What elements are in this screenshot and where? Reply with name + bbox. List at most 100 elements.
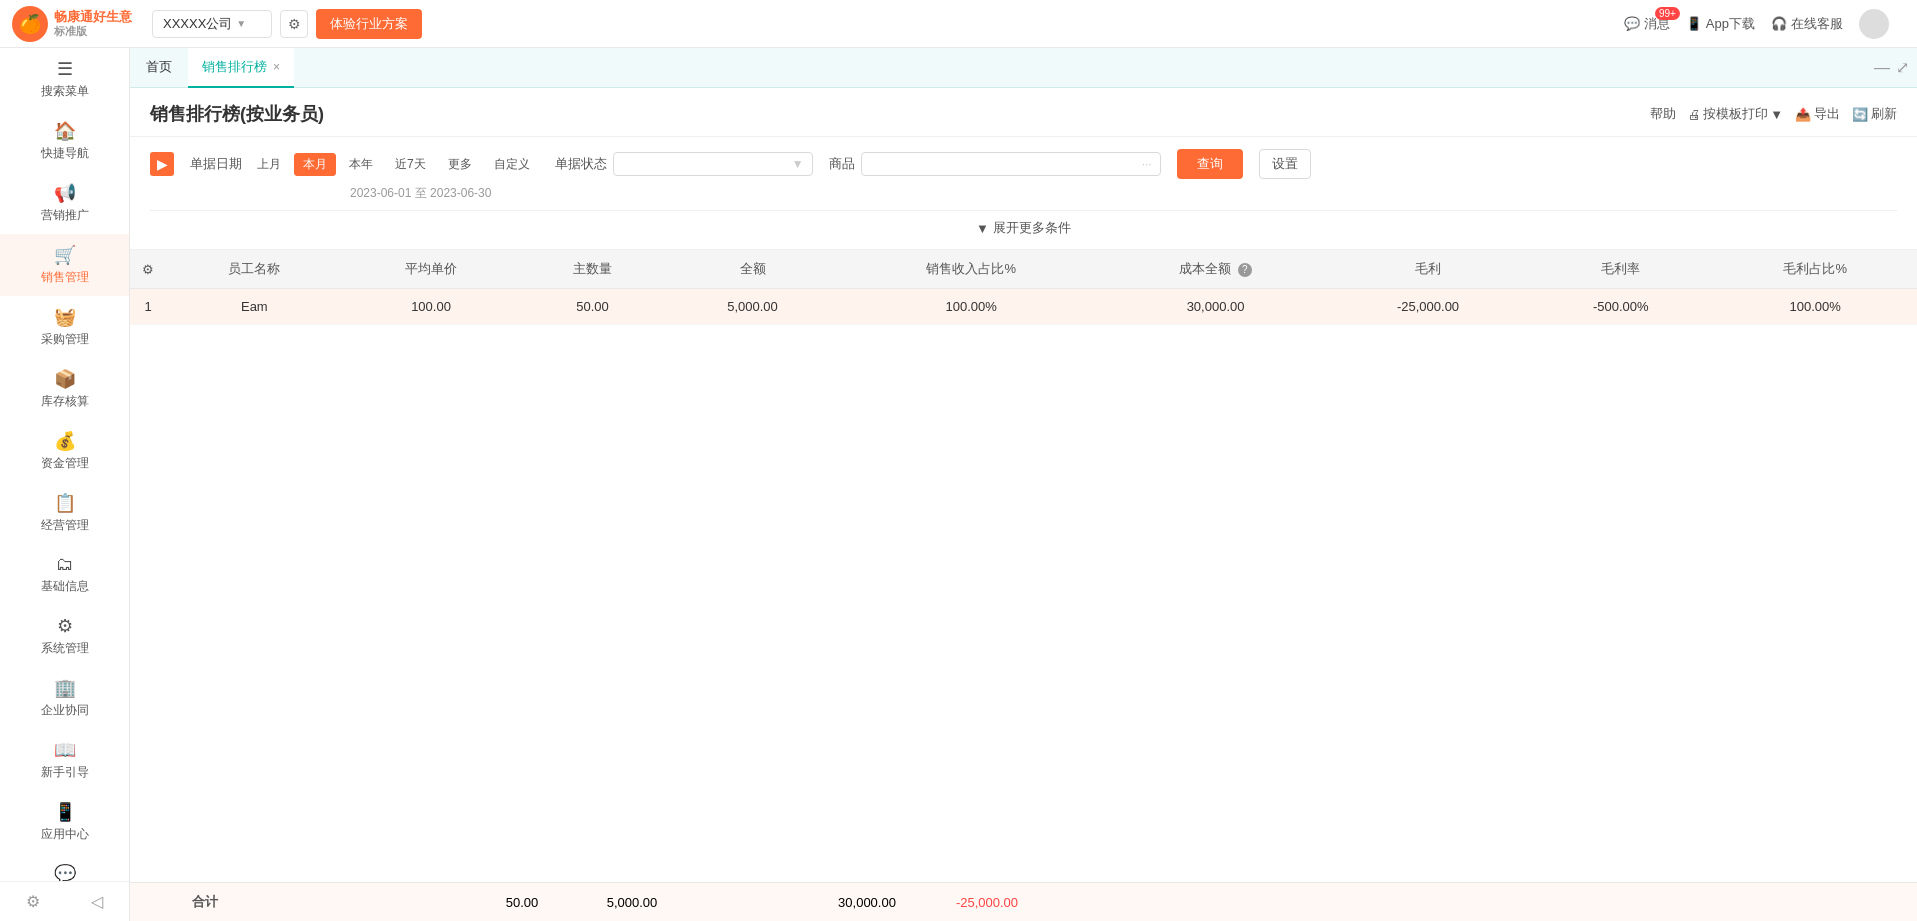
header-actions: 帮助 🖨 按模板打印 ▼ 📤 导出 🔄 刷新 — [1650, 105, 1897, 123]
filter-toggle-btn[interactable]: ▶ — [150, 152, 174, 176]
logo-text-main: 畅康通好生意 — [54, 9, 132, 25]
cell-cost: 30,000.00 — [1103, 289, 1328, 325]
sidebar-item-ops[interactable]: 📋 经营管理 — [0, 482, 129, 544]
sidebar-label-sales: 销售管理 — [41, 269, 89, 286]
col-gross-rate: 毛利率 — [1528, 250, 1713, 289]
tab-sales-ranking[interactable]: 销售排行榜 × — [188, 48, 294, 88]
cell-amount: 5,000.00 — [666, 289, 839, 325]
col-gross-pct: 毛利占比% — [1713, 250, 1917, 289]
sidebar-item-app-center[interactable]: 📱 应用中心 — [0, 791, 129, 853]
tab-maximize-btn[interactable]: ⤢ — [1896, 58, 1909, 77]
col-sales-pct: 销售收入占比% — [839, 250, 1103, 289]
cell-qty: 50.00 — [519, 289, 665, 325]
footer-gross: -25,000.00 — [932, 895, 1042, 910]
sidebar-collapse-btn[interactable]: ◁ — [91, 892, 103, 911]
print-btn[interactable]: 🖨 按模板打印 ▼ — [1688, 105, 1783, 123]
online-service-link[interactable]: 🎧 在线客服 — [1771, 15, 1843, 33]
sidebar-item-marketing[interactable]: 📢 营销推广 — [0, 172, 129, 234]
filter-divider — [150, 210, 1897, 211]
notification-badge: 99+ — [1655, 7, 1680, 20]
date-tab-current-year[interactable]: 本年 — [340, 153, 382, 176]
sidebar-item-search-order[interactable]: ☰ 搜索菜单 — [0, 48, 129, 110]
notification-area[interactable]: 💬 消息 99+ — [1624, 15, 1670, 33]
refresh-icon: 🔄 — [1852, 107, 1868, 122]
col-amount: 全额 — [666, 250, 839, 289]
status-filter: 单据状态 ▼ — [555, 152, 813, 176]
purchase-icon: 🧺 — [54, 306, 76, 328]
sidebar-settings-btn[interactable]: ⚙ — [26, 892, 40, 911]
tab-home[interactable]: 首页 — [130, 48, 188, 88]
query-button[interactable]: 查询 — [1177, 149, 1243, 179]
date-filter-label: 单据日期 — [190, 155, 242, 173]
user-avatar[interactable] — [1859, 9, 1889, 39]
goods-filter-label: 商品 — [829, 155, 855, 173]
date-tab-more[interactable]: 更多 — [439, 153, 481, 176]
page-header: 销售排行榜(按业务员) 帮助 🖨 按模板打印 ▼ 📤 导出 — [130, 88, 1917, 137]
date-tab-current-month[interactable]: 本月 — [294, 153, 336, 176]
refresh-btn[interactable]: 🔄 刷新 — [1852, 105, 1897, 123]
cell-avg-price: 100.00 — [343, 289, 520, 325]
goods-select[interactable]: ··· — [861, 152, 1161, 176]
cell-rank: 1 — [130, 289, 166, 325]
app-download-link[interactable]: 📱 App下载 — [1686, 15, 1755, 33]
table-row: 1 Eam 100.00 50.00 5,000.00 100.00% 30,0… — [130, 289, 1917, 325]
status-select[interactable]: ▼ — [613, 152, 813, 176]
settings-button[interactable]: 设置 — [1259, 149, 1311, 179]
trial-button[interactable]: 体验行业方案 — [316, 9, 422, 39]
col-qty: 主数量 — [519, 250, 665, 289]
company-dropdown-arrow: ▼ — [236, 18, 246, 29]
col-settings[interactable]: ⚙ — [130, 250, 166, 289]
sidebar-item-inventory[interactable]: 📦 库存核算 — [0, 358, 129, 420]
goods-select-arrow: ··· — [1142, 157, 1152, 171]
table-area: ⚙ 员工名称 平均单价 主数量 全额 销售收入占比% 成本全额 ? 毛利 — [130, 250, 1917, 882]
date-tab-7days[interactable]: 近7天 — [386, 153, 435, 176]
sidebar-item-system[interactable]: ⚙ 系统管理 — [0, 605, 129, 667]
cost-info-icon[interactable]: ? — [1238, 263, 1252, 277]
tab-minimize-btn[interactable]: — — [1874, 59, 1890, 77]
system-icon: ⚙ — [57, 615, 73, 637]
sidebar-item-purchase[interactable]: 🧺 采购管理 — [0, 296, 129, 358]
inventory-icon: 📦 — [54, 368, 76, 390]
help-btn[interactable]: 帮助 — [1650, 105, 1676, 123]
finance-icon: 💰 — [54, 430, 76, 452]
sidebar: ☰ 搜索菜单 🏠 快捷导航 📢 营销推广 🛒 销售管理 🧺 采购管理 — [0, 48, 130, 921]
sidebar-item-quick-nav[interactable]: 🏠 快捷导航 — [0, 110, 129, 172]
logo-text-block: 畅康通好生意 标准版 — [54, 9, 132, 38]
sidebar-label-app-center: 应用中心 — [41, 826, 89, 843]
export-btn[interactable]: 📤 导出 — [1795, 105, 1840, 123]
main-content: 销售排行榜(按业务员) 帮助 🖨 按模板打印 ▼ 📤 导出 — [130, 88, 1917, 921]
date-tab-custom[interactable]: 自定义 — [485, 153, 539, 176]
filter-area: ▶ 单据日期 上月 本月 本年 近7天 更多 自定义 — [130, 137, 1917, 250]
main-area: ☰ 搜索菜单 🏠 快捷导航 📢 营销推广 🛒 销售管理 🧺 采购管理 — [0, 48, 1917, 921]
print-icon: 🖨 — [1688, 107, 1701, 122]
footer-amount: 5,000.00 — [572, 895, 692, 910]
filter-row: ▶ 单据日期 上月 本月 本年 近7天 更多 自定义 — [150, 149, 1897, 179]
sidebar-item-sales[interactable]: 🛒 销售管理 — [0, 234, 129, 296]
top-bar-left: 🍊 畅康通好生意 标准版 XXXXX公司 ▼ ⚙ 体验行业方案 — [12, 6, 422, 42]
sidebar-item-finance[interactable]: 💰 资金管理 — [0, 420, 129, 482]
expand-more-btn[interactable]: ▼ 展开更多条件 — [976, 219, 1071, 237]
sidebar-label-finance: 资金管理 — [41, 455, 89, 472]
company-selector[interactable]: XXXXX公司 ▼ — [152, 10, 272, 38]
tab-close-btn[interactable]: × — [273, 60, 280, 74]
table-body: 1 Eam 100.00 50.00 5,000.00 100.00% 30,0… — [130, 289, 1917, 325]
col-cost: 成本全额 ? — [1103, 250, 1328, 289]
logo-area: 🍊 畅康通好生意 标准版 — [12, 6, 132, 42]
date-tab-prev-month[interactable]: 上月 — [248, 153, 290, 176]
sidebar-item-guide[interactable]: 📖 新手引导 — [0, 729, 129, 791]
sidebar-item-base-info[interactable]: 🗂 基础信息 — [0, 544, 129, 605]
print-dropdown-arrow: ▼ — [1770, 107, 1783, 122]
sidebar-label-ops: 经营管理 — [41, 517, 89, 534]
sidebar-item-enterprise[interactable]: 🏢 企业协同 — [0, 667, 129, 729]
data-table: ⚙ 员工名称 平均单价 主数量 全额 销售收入占比% 成本全额 ? 毛利 — [130, 250, 1917, 325]
headset-icon: 🎧 — [1771, 16, 1787, 31]
content-area: 首页 销售排行榜 × — ⤢ 销售排行榜(按业务员) 帮助 — [130, 48, 1917, 921]
col-avg-price: 平均单价 — [343, 250, 520, 289]
settings-icon-btn[interactable]: ⚙ — [280, 10, 308, 38]
goods-filter: 商品 ··· — [829, 152, 1161, 176]
notification-icon: 💬 — [1624, 16, 1640, 31]
sidebar-item-wechat[interactable]: 💬 企业微信 — [0, 853, 129, 881]
base-info-icon: 🗂 — [56, 554, 74, 575]
quick-nav-icon: 🏠 — [54, 120, 76, 142]
date-tabs: 上月 本月 本年 近7天 更多 自定义 — [248, 153, 539, 176]
